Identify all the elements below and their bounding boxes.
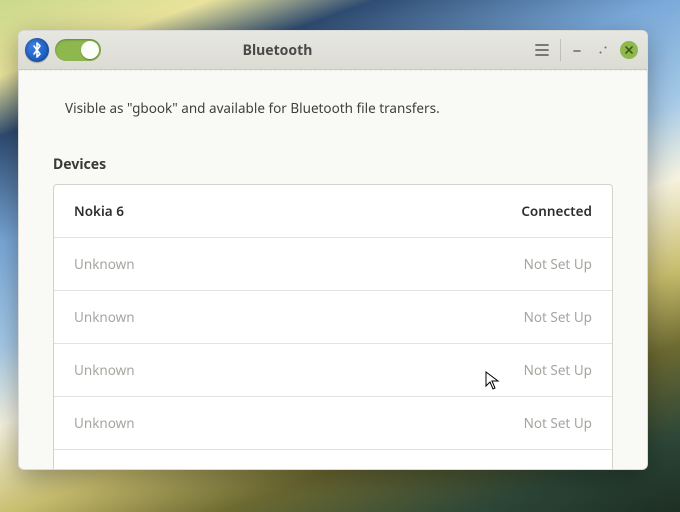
close-button[interactable]: [620, 41, 638, 59]
window-title: Bluetooth: [33, 41, 522, 60]
device-row[interactable]: Unknown Not Set Up: [54, 344, 612, 397]
desktop-wallpaper: Bluetooth Visible as "gbook" and avail: [0, 0, 680, 512]
titlebar-controls: [528, 37, 641, 63]
device-name: Unknown: [74, 467, 135, 470]
titlebar: Bluetooth: [19, 31, 647, 70]
window-content: Visible as "gbook" and available for Blu…: [19, 70, 647, 470]
device-row[interactable]: Unknown Not Set Up: [54, 397, 612, 450]
minimize-button[interactable]: [568, 41, 586, 59]
device-status: Not Set Up: [524, 255, 592, 273]
device-status: Not Set Up: [524, 414, 592, 432]
devices-list: Nokia 6 Connected Unknown Not Set Up Unk…: [53, 184, 613, 470]
bluetooth-power-toggle[interactable]: [55, 39, 101, 61]
menu-button[interactable]: [528, 37, 556, 63]
device-row[interactable]: Unknown Not Set Up: [54, 238, 612, 291]
bluetooth-settings-window: Bluetooth Visible as "gbook" and avail: [18, 30, 648, 470]
device-status: Connected: [521, 202, 592, 220]
device-status: Not Set Up: [524, 467, 592, 470]
device-status: Not Set Up: [524, 308, 592, 326]
device-name: Unknown: [74, 414, 135, 432]
toggle-knob: [81, 41, 99, 59]
device-name: Unknown: [74, 255, 135, 273]
device-status: Not Set Up: [524, 361, 592, 379]
device-row[interactable]: Nokia 6 Connected: [54, 185, 612, 238]
devices-heading: Devices: [53, 155, 613, 174]
separator: [560, 39, 561, 61]
visibility-status-text: Visible as "gbook" and available for Blu…: [53, 87, 613, 125]
device-row[interactable]: Unknown Not Set Up: [54, 450, 612, 470]
device-row[interactable]: Unknown Not Set Up: [54, 291, 612, 344]
maximize-button[interactable]: [594, 41, 612, 59]
device-name: Unknown: [74, 308, 135, 326]
device-name: Unknown: [74, 361, 135, 379]
device-name: Nokia 6: [74, 202, 124, 220]
